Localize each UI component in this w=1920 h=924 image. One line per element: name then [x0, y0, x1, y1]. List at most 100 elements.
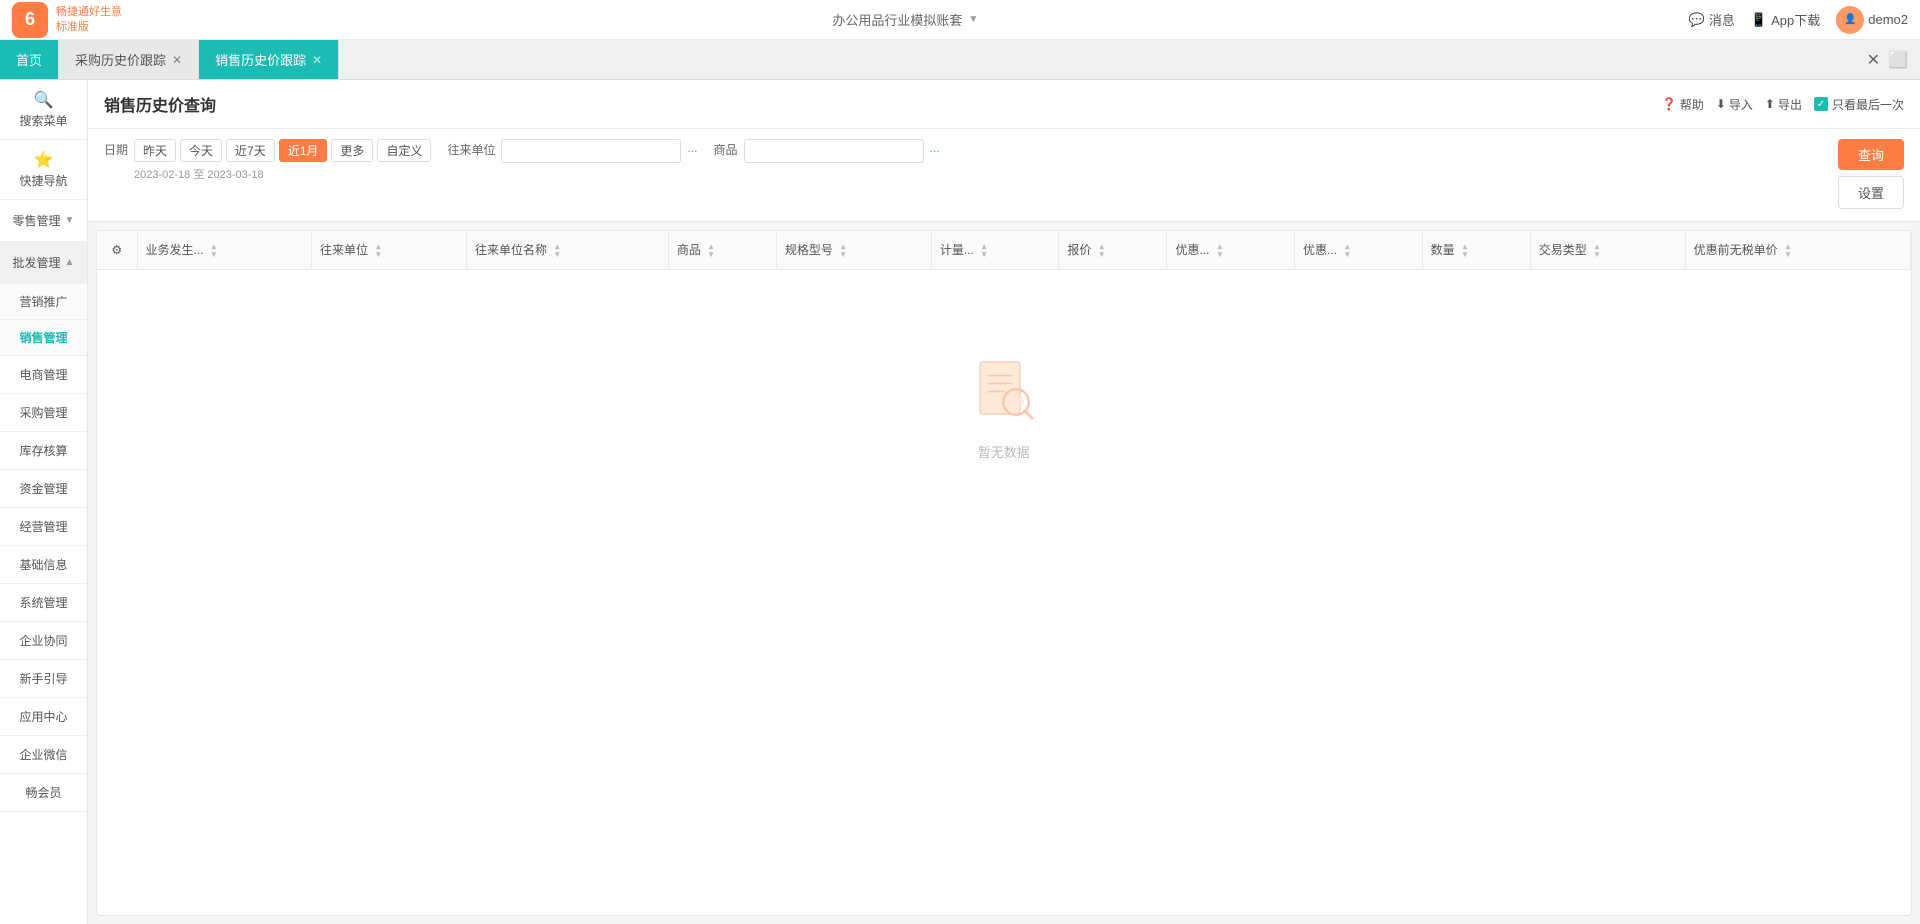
tab-home[interactable]: 首页 [0, 40, 59, 79]
checkbox-icon: ✓ [1814, 97, 1828, 111]
table-header-row: ⚙ 业务发生... ▲▼ 往来单位 ▲▼ 往来单位名称 ▲▼ [97, 231, 1911, 269]
search-icon: 🔍 [34, 90, 54, 110]
sidebar-item-guide[interactable]: 新手引导 [0, 660, 87, 698]
column-quote[interactable]: 报价 ▲▼ [1059, 231, 1167, 269]
app-download-btn[interactable]: 📱 App下载 [1751, 10, 1820, 29]
goods-input[interactable] [744, 139, 924, 163]
user-menu-btn[interactable]: 👤 demo2 [1836, 6, 1908, 34]
sort-icon-unit: ▲▼ [980, 243, 988, 259]
tab-purchase-close-icon[interactable]: ✕ [172, 53, 182, 67]
export-btn[interactable]: ⬆ 导出 [1765, 96, 1802, 113]
column-biz-date[interactable]: 业务发生... ▲▼ [137, 231, 312, 269]
date-btn-yesterday[interactable]: 昨天 [134, 139, 176, 162]
goods-dots-icon[interactable]: ... [930, 139, 940, 155]
column-partner-name[interactable]: 往来单位名称 ▲▼ [466, 231, 668, 269]
sidebar-item-member[interactable]: 畅会员 [0, 774, 87, 812]
brand-logo: 6 [12, 2, 48, 38]
tab-bar: 首页 采购历史价跟踪 ✕ 销售历史价跟踪 ✕ ✕ ⬜ [0, 40, 1920, 80]
sort-icon-discount1: ▲▼ [1216, 243, 1224, 259]
import-btn[interactable]: ⬇ 导入 [1716, 96, 1753, 113]
empty-state: 暂无数据 [97, 270, 1911, 541]
date-label: 日期 [104, 139, 128, 158]
column-partner-code[interactable]: 往来单位 ▲▼ [312, 231, 467, 269]
date-btn-group: 昨天 今天 近7天 近1月 更多 自定义 [134, 139, 431, 162]
export-icon: ⬆ [1765, 97, 1775, 111]
maximize-window-icon[interactable]: ⬜ [1888, 50, 1908, 70]
sidebar-item-marketing[interactable]: 营销推广 [0, 284, 87, 320]
brand-area: 6 畅捷通好生意 标准版 [12, 2, 122, 38]
filter-bar: 日期 昨天 今天 近7天 近1月 更多 自定义 2023-02-18 至 202… [88, 129, 1920, 222]
tab-window-actions: ✕ ⬜ [1855, 40, 1920, 79]
dropdown-icon: ▼ [968, 14, 978, 25]
column-discount2[interactable]: 优惠... ▲▼ [1295, 231, 1423, 269]
column-unit[interactable]: 计量... ▲▼ [931, 231, 1059, 269]
sort-icon-biz-date: ▲▼ [210, 243, 218, 259]
query-button[interactable]: 查询 [1838, 139, 1904, 170]
sidebar-item-wechat[interactable]: 企业微信 [0, 736, 87, 774]
column-no-tax-price[interactable]: 优惠前无税单价 ▲▼ [1685, 231, 1910, 269]
column-spec[interactable]: 规格型号 ▲▼ [776, 231, 931, 269]
column-trade-type[interactable]: 交易类型 ▲▼ [1530, 231, 1685, 269]
sidebar-item-inventory[interactable]: 库存核算 [0, 432, 87, 470]
sidebar-item-basic[interactable]: 基础信息 [0, 546, 87, 584]
date-btn-more[interactable]: 更多 [331, 139, 373, 162]
sidebar-item-retail[interactable]: 零售管理 ▼ [0, 200, 87, 242]
top-bar-right: 💬 消息 📱 App下载 👤 demo2 [1689, 6, 1908, 34]
import-icon: ⬇ [1716, 97, 1726, 111]
column-gear[interactable]: ⚙ [97, 231, 137, 269]
close-window-icon[interactable]: ✕ [1867, 50, 1880, 70]
date-btn-custom[interactable]: 自定义 [377, 139, 431, 162]
empty-text: 暂无数据 [978, 442, 1030, 461]
partner-dots-icon[interactable]: ... [687, 139, 697, 155]
page-title: 销售历史价查询 [104, 92, 216, 116]
account-selector[interactable]: 办公用品行业模拟账套 ▼ [832, 10, 978, 29]
page-actions: ❓ 帮助 ⬇ 导入 ⬆ 导出 ✓ 只看最后一次 [1662, 96, 1904, 113]
partner-label: 往来单位 [447, 139, 495, 158]
sidebar-item-ecommerce[interactable]: 电商管理 [0, 356, 87, 394]
setting-button[interactable]: 设置 [1838, 176, 1904, 209]
message-icon: 💬 [1689, 12, 1705, 28]
main-layout: 🔍 搜索菜单 ⭐ 快捷导航 零售管理 ▼ 批发管理 ▲ 营销推广 销售管理 电商… [0, 80, 1920, 924]
goods-label: 商品 [713, 139, 737, 158]
date-filter-group: 日期 昨天 今天 近7天 近1月 更多 自定义 2023-02-18 至 202… [104, 139, 431, 182]
sidebar-item-operation[interactable]: 经营管理 [0, 508, 87, 546]
brand-text: 畅捷通好生意 标准版 [56, 5, 122, 34]
sort-icon-partner-code: ▲▼ [374, 243, 382, 259]
date-btn-1month[interactable]: 近1月 [279, 139, 328, 162]
app-icon: 📱 [1751, 12, 1767, 28]
tab-sales-close-icon[interactable]: ✕ [312, 53, 322, 67]
table-body: 暂无数据 [97, 269, 1911, 541]
sidebar-item-appstore[interactable]: 应用中心 [0, 698, 87, 736]
data-table: ⚙ 业务发生... ▲▼ 往来单位 ▲▼ 往来单位名称 ▲▼ [97, 231, 1911, 541]
tab-sales-history[interactable]: 销售历史价跟踪 ✕ [199, 40, 339, 79]
partner-input[interactable] [501, 139, 681, 163]
help-btn[interactable]: ❓ 帮助 [1662, 96, 1704, 113]
date-range-display: 2023-02-18 至 2023-03-18 [134, 166, 431, 182]
sidebar-item-purchase[interactable]: 采购管理 [0, 394, 87, 432]
message-btn[interactable]: 💬 消息 [1689, 10, 1735, 29]
help-icon: ❓ [1662, 97, 1677, 111]
column-discount1[interactable]: 优惠... ▲▼ [1167, 231, 1295, 269]
retail-arrow-icon: ▼ [65, 215, 75, 226]
sort-icon-goods: ▲▼ [707, 243, 715, 259]
content-area: 销售历史价查询 ❓ 帮助 ⬇ 导入 ⬆ 导出 ✓ [88, 80, 1920, 924]
sidebar-item-search[interactable]: 🔍 搜索菜单 [0, 80, 87, 140]
sidebar-item-finance[interactable]: 资金管理 [0, 470, 87, 508]
sidebar-item-wholesale[interactable]: 批发管理 ▲ [0, 242, 87, 284]
sidebar-sub-wholesale: 营销推广 销售管理 [0, 284, 87, 356]
sidebar-item-sales[interactable]: 销售管理 [0, 320, 87, 356]
sort-icon-no-tax-price: ▲▼ [1784, 243, 1792, 259]
shortcut-icon: ⭐ [34, 150, 54, 170]
sidebar-item-system[interactable]: 系统管理 [0, 584, 87, 622]
column-goods[interactable]: 商品 ▲▼ [668, 231, 776, 269]
date-btn-7days[interactable]: 近7天 [226, 139, 275, 162]
sidebar-item-cooperation[interactable]: 企业协同 [0, 622, 87, 660]
date-btn-today[interactable]: 今天 [180, 139, 222, 162]
empty-illustration [964, 350, 1044, 430]
sort-icon-trade-type: ▲▼ [1593, 243, 1601, 259]
sidebar-item-shortcut[interactable]: ⭐ 快捷导航 [0, 140, 87, 200]
tab-purchase-history[interactable]: 采购历史价跟踪 ✕ [59, 40, 199, 79]
sort-icon-partner-name: ▲▼ [553, 243, 561, 259]
column-quantity[interactable]: 数量 ▲▼ [1422, 231, 1530, 269]
only-last-checkbox[interactable]: ✓ 只看最后一次 [1814, 96, 1904, 113]
